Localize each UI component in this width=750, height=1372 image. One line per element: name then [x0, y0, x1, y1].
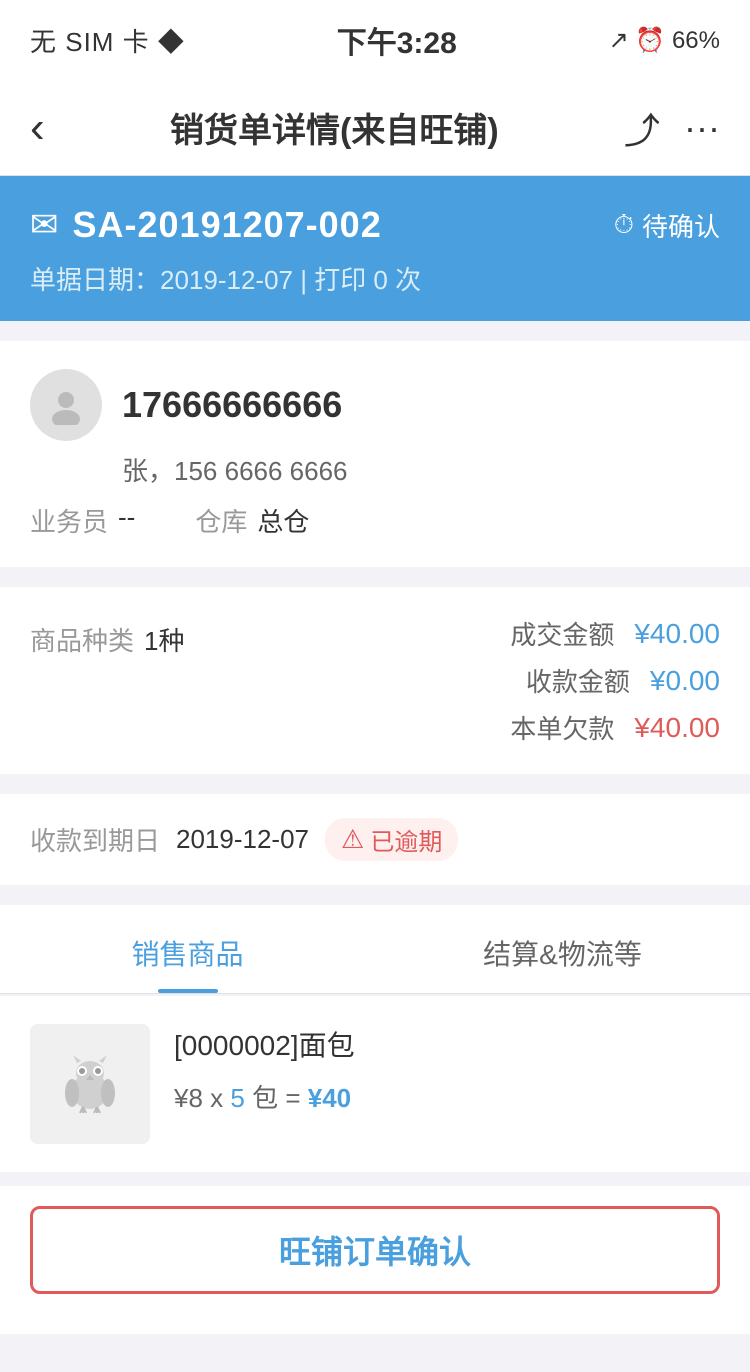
status-text: 待确认 [642, 207, 720, 244]
customer-top: 17666666666 [30, 369, 720, 441]
summary-right: 成交金额 ¥40.00 收款金额 ¥0.00 本单欠款 ¥40.00 [510, 615, 720, 746]
owed-amount-label: 本单欠款 [510, 709, 614, 746]
order-header-top: ✉ SA-20191207-002 ⏱ 待确认 [30, 204, 720, 246]
status-icon: ⏱ [614, 209, 634, 241]
date-value: 2019-12-07 | 打印 0 次 [160, 265, 421, 295]
product-qty: 5 [230, 1083, 244, 1113]
customer-name: 张，156 6666 6666 [30, 451, 720, 488]
warehouse-meta: 仓库 总仓 [195, 502, 309, 539]
order-date-row: 单据日期：2019-12-07 | 打印 0 次 [30, 260, 720, 297]
status-time: 下午3:28 [337, 18, 457, 62]
page-title: 销货单详情(来自旺铺) [45, 103, 624, 152]
product-equals: = [285, 1083, 307, 1113]
salesperson-label: 业务员 [30, 502, 108, 539]
product-list: [0000002]面包 ¥8 x 5 包 = ¥40 [0, 996, 750, 1172]
type-label: 商品种类 [30, 621, 134, 658]
back-button[interactable]: ‹ [30, 106, 45, 150]
nav-actions: ⤴ ··· [624, 102, 720, 154]
product-info: [0000002]面包 ¥8 x 5 包 = ¥40 [174, 1024, 720, 1115]
product-total: ¥40 [308, 1083, 351, 1113]
nav-bar: ‹ 销货单详情(来自旺铺) ⤴ ··· [0, 80, 750, 176]
summary-card: 商品种类 1种 成交金额 ¥40.00 收款金额 ¥0.00 本单欠款 ¥40.… [0, 587, 750, 774]
order-id-row: ✉ SA-20191207-002 [30, 204, 382, 246]
tabs-container: 销售商品 结算&物流等 [0, 905, 750, 994]
order-icon: ✉ [30, 205, 59, 245]
owed-amount-row: 本单欠款 ¥40.00 [510, 709, 720, 746]
owed-amount-value: ¥40.00 [634, 712, 720, 744]
overdue-badge: ⚠ 已逾期 [325, 818, 458, 861]
product-multiply: x [210, 1083, 230, 1113]
bottom-bar: 旺铺订单确认 [0, 1186, 750, 1334]
received-amount-row: 收款金额 ¥0.00 [526, 662, 720, 699]
overdue-text: 已逾期 [370, 822, 442, 857]
confirm-button-label: 旺铺订单确认 [279, 1227, 471, 1273]
customer-meta: 业务员 -- 仓库 总仓 [30, 502, 720, 539]
warehouse-value: 总仓 [257, 502, 309, 539]
product-title: 面包 [299, 1030, 355, 1061]
due-date-value: 2019-12-07 [176, 824, 309, 855]
status-left: 无 SIM 卡 ◆ [30, 22, 185, 59]
product-thumbnail [30, 1024, 150, 1144]
customer-phone: 17666666666 [122, 384, 342, 426]
due-date-label: 收款到期日 [30, 821, 160, 858]
order-id: SA-20191207-002 [73, 204, 382, 246]
product-code: [0000002] [174, 1030, 299, 1061]
salesperson-value: -- [118, 502, 135, 539]
customer-card: 17666666666 张，156 6666 6666 业务员 -- 仓库 总仓 [0, 341, 750, 567]
overdue-icon: ⚠ [341, 824, 364, 855]
tab-sales-label: 销售商品 [131, 939, 243, 970]
product-item: [0000002]面包 ¥8 x 5 包 = ¥40 [0, 996, 750, 1172]
deal-amount-value: ¥40.00 [634, 618, 720, 650]
deal-amount-row: 成交金额 ¥40.00 [510, 615, 720, 652]
summary-left: 商品种类 1种 [30, 615, 510, 658]
share-icon[interactable]: ⤴ [624, 102, 660, 154]
received-amount-value: ¥0.00 [650, 665, 720, 697]
warehouse-label: 仓库 [195, 502, 247, 539]
product-price-row: ¥8 x 5 包 = ¥40 [174, 1078, 720, 1115]
product-unit: 包 [252, 1083, 278, 1113]
deal-amount-label: 成交金额 [510, 615, 614, 652]
product-unit-price: ¥8 [174, 1083, 203, 1113]
status-bar: 无 SIM 卡 ◆ 下午3:28 ↗ ⏰ 66% [0, 0, 750, 80]
status-right: ↗ ⏰ 66% [609, 26, 720, 55]
tab-settlement-label: 结算&物流等 [483, 939, 642, 970]
order-header-card: ✉ SA-20191207-002 ⏱ 待确认 单据日期：2019-12-07 … [0, 176, 750, 321]
avatar [30, 369, 102, 441]
type-value: 1种 [144, 621, 184, 658]
due-date-card: 收款到期日 2019-12-07 ⚠ 已逾期 [0, 794, 750, 885]
tab-settlement[interactable]: 结算&物流等 [375, 905, 750, 993]
confirm-button[interactable]: 旺铺订单确认 [30, 1206, 720, 1294]
received-amount-label: 收款金额 [526, 662, 630, 699]
order-status: ⏱ 待确认 [614, 207, 720, 244]
salesperson-meta: 业务员 -- [30, 502, 135, 539]
more-icon[interactable]: ··· [684, 107, 720, 149]
date-label: 单据日期： [30, 265, 160, 295]
tab-sales-products[interactable]: 销售商品 [0, 905, 375, 993]
product-name: [0000002]面包 [174, 1024, 720, 1064]
